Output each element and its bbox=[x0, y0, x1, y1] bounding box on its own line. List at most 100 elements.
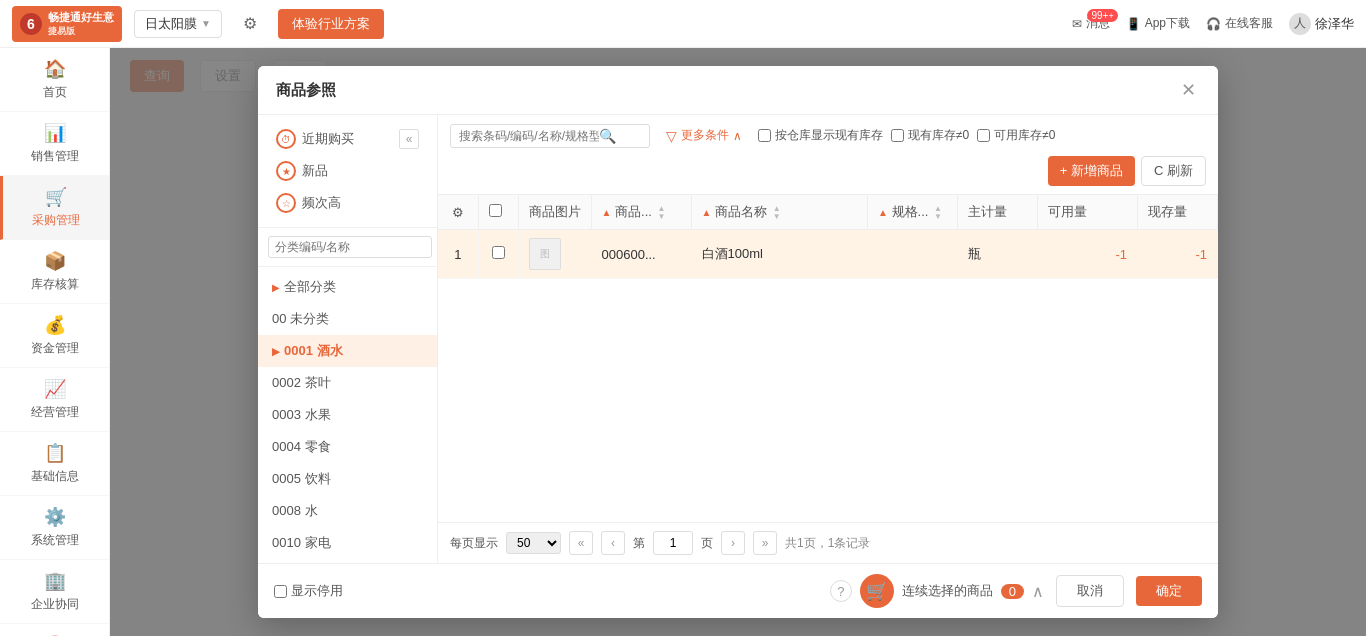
cat-item-00[interactable]: 00 未分类 bbox=[258, 303, 437, 335]
cancel-button[interactable]: 取消 bbox=[1056, 575, 1124, 607]
modal-body: ⏱ 近期购买 « ★ 新品 ☆ 频次高 bbox=[258, 115, 1218, 563]
row-code: 000600... bbox=[591, 230, 691, 279]
filter-icon: ▽ bbox=[666, 128, 677, 144]
next-page-button[interactable]: › bbox=[721, 531, 745, 555]
row-checkbox[interactable] bbox=[492, 246, 505, 259]
online-service-item[interactable]: 🎧 在线客服 bbox=[1206, 15, 1273, 32]
sidebar-item-guide[interactable]: 🎯 新手引导 bbox=[0, 624, 109, 636]
system-icon: ⚙️ bbox=[44, 506, 66, 528]
toolbar-right: + 新增商品 C 刷新 bbox=[1048, 156, 1206, 186]
modal-left-panel: ⏱ 近期购买 « ★ 新品 ☆ 频次高 bbox=[258, 115, 438, 563]
quick-item-frequent[interactable]: ☆ 频次高 bbox=[268, 187, 427, 219]
sort-arrow-up-name: ▲ bbox=[702, 207, 712, 218]
user-item[interactable]: 人 徐泽华 bbox=[1289, 13, 1354, 35]
product-search-icon[interactable]: 🔍 bbox=[599, 128, 616, 144]
modal-header: 商品参照 ✕ bbox=[258, 66, 1218, 115]
close-icon[interactable]: ✕ bbox=[1176, 78, 1200, 102]
sort-icon-code: ▲▼ bbox=[658, 205, 666, 221]
logo-text: 畅捷通好生意 捷易版 bbox=[48, 10, 114, 38]
sidebar-item-inventory[interactable]: 📦 库存核算 bbox=[0, 240, 109, 304]
page-label: 第 bbox=[633, 535, 645, 552]
refresh-button[interactable]: C 刷新 bbox=[1141, 156, 1206, 186]
modal-backdrop: 商品参照 ✕ ⏱ 近期购买 « ★ bbox=[110, 48, 1366, 636]
recent-icon: ⏱ bbox=[276, 129, 296, 149]
app-download-item[interactable]: 📱 App下载 bbox=[1126, 15, 1190, 32]
modal-footer: 显示停用 ? 🛒 连续选择的商品 0 ∧ 取消 确定 bbox=[258, 563, 1218, 618]
cart-icon[interactable]: 🛒 bbox=[860, 574, 894, 608]
filter-collapse-icon: ∧ bbox=[733, 129, 742, 143]
sidebar-item-operation[interactable]: 📈 经营管理 bbox=[0, 368, 109, 432]
cat-item-all[interactable]: ▶ 全部分类 bbox=[258, 271, 437, 303]
select-all-checkbox[interactable] bbox=[489, 204, 502, 217]
add-product-button[interactable]: + 新增商品 bbox=[1048, 156, 1135, 186]
pagination-bar: 每页显示 50 10 20 100 « ‹ 第 页 bbox=[438, 522, 1218, 563]
usable-stock-checkbox[interactable]: 可用库存≠0 bbox=[977, 127, 1055, 144]
cat-item-0002[interactable]: 0002 茶叶 bbox=[258, 367, 437, 399]
th-name[interactable]: ▲ 商品名称 ▲▼ bbox=[691, 195, 868, 230]
sales-icon: 📊 bbox=[44, 122, 66, 144]
category-search-input[interactable] bbox=[268, 236, 432, 258]
sidebar-item-sales[interactable]: 📊 销售管理 bbox=[0, 112, 109, 176]
available-stock-check[interactable] bbox=[891, 129, 904, 142]
message-item[interactable]: ✉ 消息 99++ bbox=[1072, 15, 1110, 32]
product-thumbnail: 图 bbox=[529, 238, 561, 270]
message-badge: 99++ bbox=[1087, 9, 1117, 22]
content-area: 查询 设置 刷新 商品参照 ✕ ⏱ bbox=[110, 48, 1366, 636]
cat-item-0005[interactable]: 0005 饮料 bbox=[258, 463, 437, 495]
cat-item-0010[interactable]: 0010 家电 bbox=[258, 527, 437, 559]
sidebar-item-home[interactable]: 🏠 首页 bbox=[0, 48, 109, 112]
cat-item-0003[interactable]: 0003 水果 bbox=[258, 399, 437, 431]
first-page-button[interactable]: « bbox=[569, 531, 593, 555]
th-settings[interactable]: ⚙ bbox=[438, 195, 478, 230]
category-search: 🔍 bbox=[258, 228, 437, 267]
table-row[interactable]: 1 图 000600... 白酒100ml 瓶 -1 -1 bbox=[438, 230, 1218, 279]
collapse-cart-icon[interactable]: ∧ bbox=[1032, 582, 1044, 601]
cat-item-0001[interactable]: ▶ 0001 酒水 bbox=[258, 335, 437, 367]
trial-button[interactable]: 体验行业方案 bbox=[278, 9, 384, 39]
sidebar-item-system[interactable]: ⚙️ 系统管理 bbox=[0, 496, 109, 560]
page-size-select[interactable]: 50 10 20 100 bbox=[506, 532, 561, 554]
show-disabled-checkbox[interactable]: 显示停用 bbox=[274, 582, 343, 600]
row-unit: 瓶 bbox=[958, 230, 1038, 279]
cart-label: 连续选择的商品 bbox=[902, 582, 993, 600]
modal-commodity-reference: 商品参照 ✕ ⏱ 近期购买 « ★ bbox=[258, 66, 1218, 618]
filter-button[interactable]: ▽ 更多条件 ∧ bbox=[658, 123, 750, 148]
warehouse-display-checkbox[interactable]: 按仓库显示现有库存 bbox=[758, 127, 883, 144]
product-table-area: ⚙ 商品图片 bbox=[438, 195, 1218, 522]
settings-icon[interactable]: ⚙ bbox=[234, 8, 266, 40]
help-icon[interactable]: ? bbox=[830, 580, 852, 602]
th-unit: 主计量 bbox=[958, 195, 1038, 230]
cat-item-0008[interactable]: 0008 水 bbox=[258, 495, 437, 527]
quick-item-recent[interactable]: ⏱ 近期购买 « bbox=[268, 123, 427, 155]
th-spec[interactable]: ▲ 规格... ▲▼ bbox=[868, 195, 958, 230]
collapse-button[interactable]: « bbox=[399, 129, 419, 149]
page-label-2: 页 bbox=[701, 535, 713, 552]
confirm-button[interactable]: 确定 bbox=[1136, 576, 1202, 606]
row-checkbox-cell[interactable] bbox=[478, 230, 518, 279]
cat-item-0004[interactable]: 0004 零食 bbox=[258, 431, 437, 463]
avatar: 人 bbox=[1289, 13, 1311, 35]
sidebar-item-finance[interactable]: 💰 资金管理 bbox=[0, 304, 109, 368]
cart-area: ? 🛒 连续选择的商品 0 ∧ bbox=[830, 574, 1044, 608]
cart-count: 0 bbox=[1001, 584, 1024, 599]
sidebar-item-basic[interactable]: 📋 基础信息 bbox=[0, 432, 109, 496]
warehouse-display-check[interactable] bbox=[758, 129, 771, 142]
th-code[interactable]: ▲ 商品... ▲▼ bbox=[591, 195, 691, 230]
sidebar-item-enterprise[interactable]: 🏢 企业协同 bbox=[0, 560, 109, 624]
modal-toolbar: 🔍 ▽ 更多条件 ∧ 按仓库显示现有库存 bbox=[438, 115, 1218, 195]
table-settings-icon[interactable]: ⚙ bbox=[452, 205, 464, 220]
show-disabled-check[interactable] bbox=[274, 585, 287, 598]
page-input[interactable] bbox=[653, 531, 693, 555]
usable-stock-check[interactable] bbox=[977, 129, 990, 142]
headset-icon: 🎧 bbox=[1206, 17, 1221, 31]
available-stock-checkbox[interactable]: 现有库存≠0 bbox=[891, 127, 969, 144]
sort-arrow-up-spec: ▲ bbox=[878, 207, 888, 218]
inventory-icon: 📦 bbox=[44, 250, 66, 272]
phone-icon: 📱 bbox=[1126, 17, 1141, 31]
nav-selector[interactable]: 日太阳膜 ▼ bbox=[134, 10, 222, 38]
prev-page-button[interactable]: ‹ bbox=[601, 531, 625, 555]
last-page-button[interactable]: » bbox=[753, 531, 777, 555]
product-search-input[interactable] bbox=[459, 129, 599, 143]
quick-item-new[interactable]: ★ 新品 bbox=[268, 155, 427, 187]
sidebar-item-purchase[interactable]: 🛒 采购管理 bbox=[0, 176, 109, 240]
